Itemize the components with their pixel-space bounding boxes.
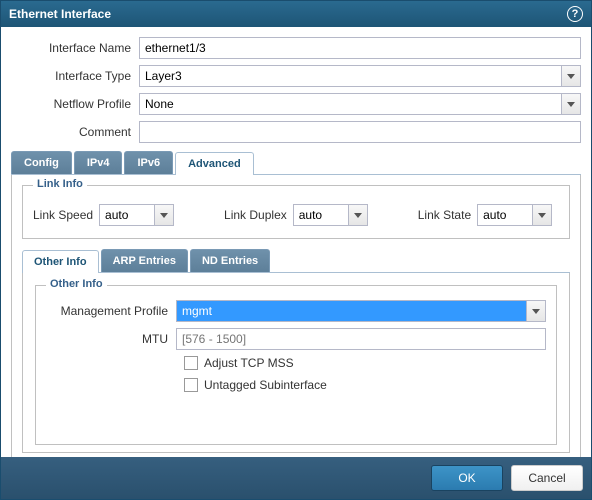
netflow-profile-combo[interactable] [139, 93, 581, 115]
help-icon[interactable]: ? [567, 6, 583, 22]
interface-name-label: Interface Name [11, 41, 139, 55]
tab-advanced[interactable]: Advanced [175, 152, 254, 175]
chevron-down-icon[interactable] [526, 300, 546, 322]
chevron-down-icon[interactable] [561, 93, 581, 115]
link-state-input[interactable] [477, 204, 532, 226]
netflow-profile-label: Netflow Profile [11, 97, 139, 111]
mgmt-profile-combo[interactable] [176, 300, 546, 322]
tab-nd-entries[interactable]: ND Entries [190, 249, 270, 272]
tab-other-info[interactable]: Other Info [22, 250, 99, 273]
sub-tabs: Other Info ARP Entries ND Entries [22, 249, 570, 273]
interface-type-input[interactable] [139, 65, 561, 87]
link-duplex-label: Link Duplex [224, 208, 287, 222]
tab-config[interactable]: Config [11, 151, 72, 174]
interface-type-label: Interface Type [11, 69, 139, 83]
main-tabs: Config IPv4 IPv6 Advanced [11, 151, 581, 175]
dialog-titlebar: Ethernet Interface ? [1, 1, 591, 27]
other-info-legend: Other Info [46, 278, 107, 290]
link-duplex-input[interactable] [293, 204, 348, 226]
dialog-content: Interface Name Interface Type Netflow Pr… [1, 27, 591, 457]
link-speed-combo[interactable] [99, 204, 174, 226]
chevron-down-icon[interactable] [532, 204, 552, 226]
mtu-label: MTU [46, 332, 176, 346]
link-info-fieldset: Link Info Link Speed Link Duplex [22, 185, 570, 239]
untagged-subif-checkbox[interactable] [184, 378, 198, 392]
tab-ipv4[interactable]: IPv4 [74, 151, 123, 174]
link-duplex-combo[interactable] [293, 204, 368, 226]
mgmt-profile-input[interactable] [176, 300, 526, 322]
advanced-panel: Link Info Link Speed Link Duplex [11, 175, 581, 457]
comment-input[interactable] [139, 121, 581, 143]
ok-button[interactable]: OK [431, 465, 503, 491]
dialog-footer: OK Cancel [1, 457, 591, 499]
dialog-title: Ethernet Interface [9, 7, 111, 21]
tab-ipv6[interactable]: IPv6 [124, 151, 173, 174]
untagged-subif-label: Untagged Subinterface [204, 378, 327, 392]
mgmt-profile-label: Management Profile [46, 304, 176, 318]
other-info-fieldset: Other Info Management Profile MTU [35, 285, 557, 445]
ethernet-interface-dialog: Ethernet Interface ? Interface Name Inte… [0, 0, 592, 500]
other-info-content: Other Info Management Profile MTU [22, 273, 570, 453]
tab-arp-entries[interactable]: ARP Entries [101, 249, 188, 272]
link-speed-label: Link Speed [33, 208, 93, 222]
link-state-combo[interactable] [477, 204, 552, 226]
chevron-down-icon[interactable] [561, 65, 581, 87]
interface-name-input[interactable] [139, 37, 581, 59]
link-speed-input[interactable] [99, 204, 154, 226]
chevron-down-icon[interactable] [154, 204, 174, 226]
link-state-label: Link State [418, 208, 471, 222]
chevron-down-icon[interactable] [348, 204, 368, 226]
link-info-legend: Link Info [33, 178, 87, 190]
mtu-input[interactable] [176, 328, 546, 350]
adjust-mss-checkbox[interactable] [184, 356, 198, 370]
comment-label: Comment [11, 125, 139, 139]
netflow-profile-input[interactable] [139, 93, 561, 115]
interface-type-combo[interactable] [139, 65, 581, 87]
adjust-mss-label: Adjust TCP MSS [204, 356, 294, 370]
cancel-button[interactable]: Cancel [511, 465, 583, 491]
